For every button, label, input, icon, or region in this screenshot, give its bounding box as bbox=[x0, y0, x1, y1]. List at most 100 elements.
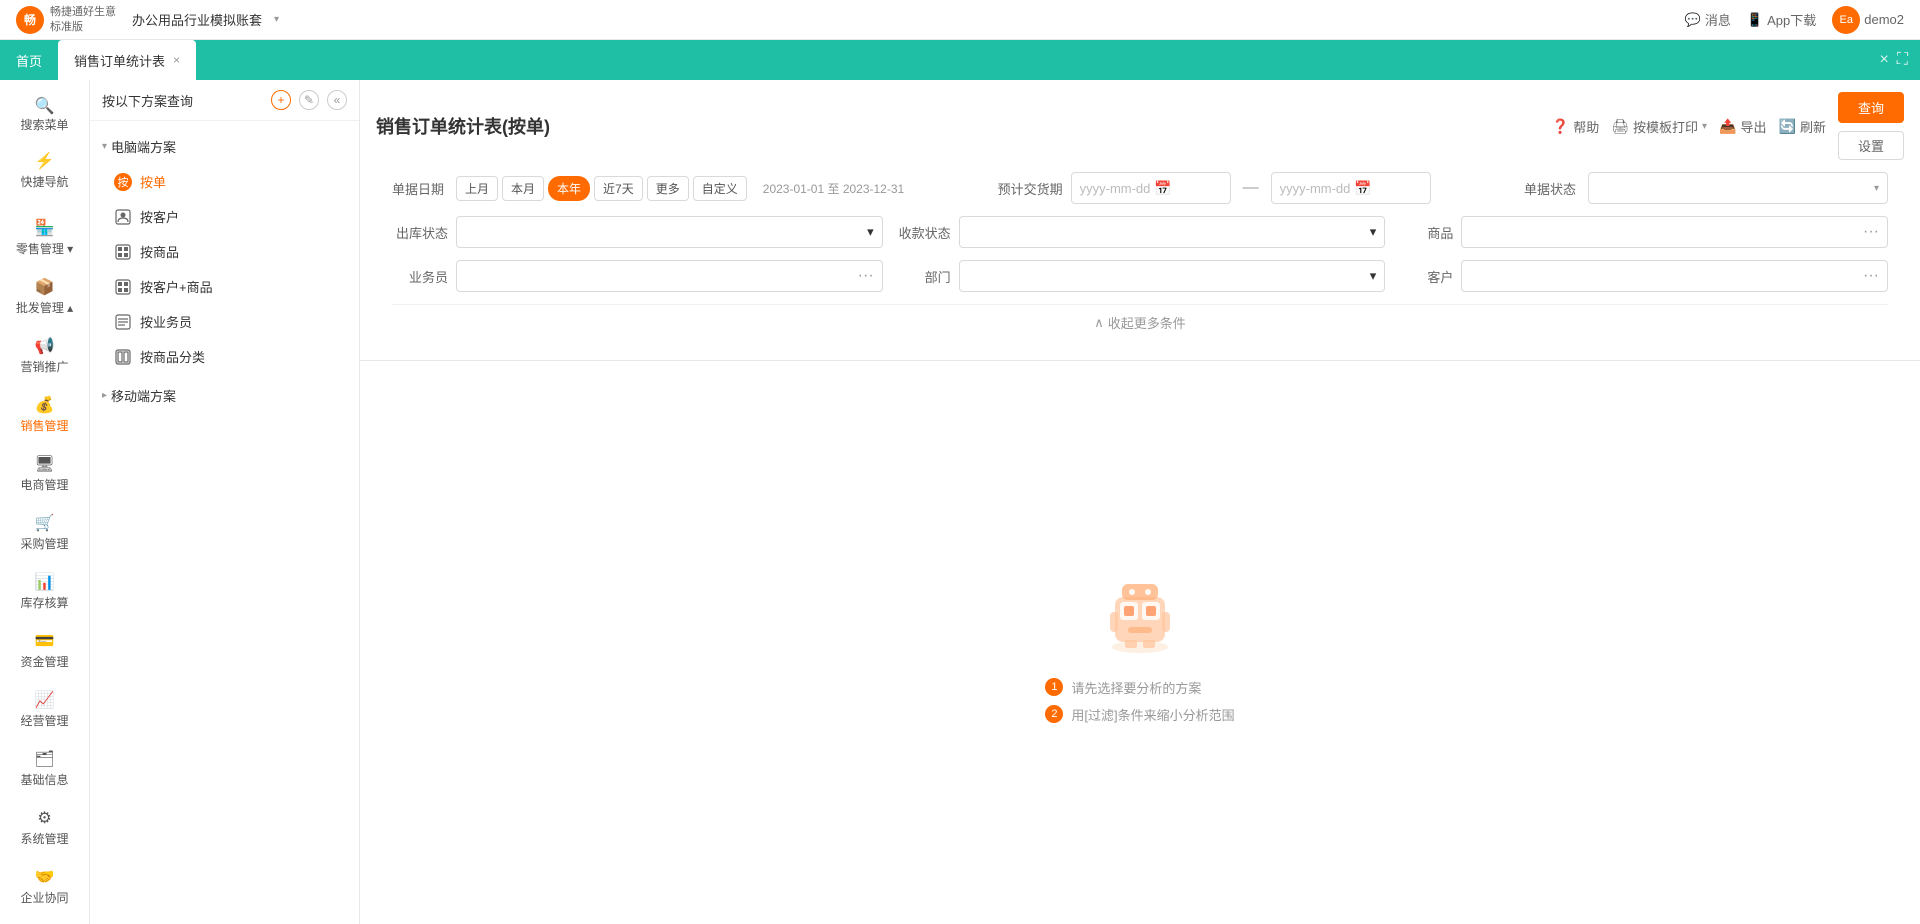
left-panel-title: 按以下方案查询 bbox=[102, 91, 193, 110]
tab-home[interactable]: 首页 bbox=[0, 40, 58, 80]
dept-field: 部门 ▾ bbox=[895, 260, 1386, 292]
add-scheme-button[interactable]: + bbox=[271, 90, 291, 110]
top-bar-left: 畅 畅捷通好生意 标准版 办公用品行业模拟账套 ▾ bbox=[16, 5, 279, 34]
tab-home-label: 首页 bbox=[16, 51, 42, 70]
edit-scheme-button[interactable]: ✎ bbox=[299, 90, 319, 110]
print-icon: 🖨 bbox=[1611, 118, 1629, 135]
customer-input[interactable]: ··· bbox=[1461, 260, 1888, 292]
by-cust-goods-icon bbox=[114, 278, 132, 296]
purchase-icon: 🛒 bbox=[35, 513, 55, 533]
sidebar: 🔍 搜索菜单 ⚡ 快捷导航 🏪 零售管理 ▾ 📦 批发管理 ▴ 📢 营销推广 💰… bbox=[0, 80, 90, 924]
sidebar-item-ecom[interactable]: 🖥 电商管理 bbox=[0, 444, 89, 503]
export-label: 导出 bbox=[1741, 117, 1767, 136]
window-minimize[interactable]: × bbox=[1879, 51, 1888, 69]
download-label: App下载 bbox=[1767, 10, 1816, 29]
sidebar-item-corp[interactable]: 🤝 企业协同 bbox=[0, 857, 89, 916]
calendar-icon-2: 📅 bbox=[1354, 180, 1371, 197]
empty-tips: 1 请先选择要分析的方案 2 用[过滤]条件来缩小分析范围 bbox=[1045, 678, 1234, 724]
scheme-group-pc-header[interactable]: ▾ 电脑端方案 bbox=[90, 129, 359, 164]
print-label: 按模板打印 bbox=[1633, 117, 1698, 136]
mobile-group-label: 移动端方案 bbox=[111, 386, 176, 405]
sidebar-item-new[interactable]: 🌟 新手引导 bbox=[0, 916, 89, 924]
sidebar-item-marketing[interactable]: 📢 营销推广 bbox=[0, 326, 89, 385]
by-goods-label: 按商品 bbox=[140, 242, 179, 261]
scheme-list: ▾ 电脑端方案 按 按单 按客户 bbox=[90, 121, 359, 425]
scheme-item-by-order[interactable]: 按 按单 bbox=[90, 164, 359, 199]
scheme-item-by-customer[interactable]: 按客户 bbox=[90, 199, 359, 234]
window-controls: × ⛶ bbox=[1879, 51, 1920, 69]
message-label: 消息 bbox=[1705, 10, 1731, 29]
app-title-dropdown[interactable]: ▾ bbox=[274, 14, 279, 25]
collect-status-select[interactable]: ▾ bbox=[959, 216, 1386, 248]
dept-arrow: ▾ bbox=[1370, 268, 1377, 284]
status-select-arrow: ▾ bbox=[1874, 183, 1879, 194]
tab-close-icon[interactable]: × bbox=[173, 53, 180, 67]
sidebar-item-purchase[interactable]: 🛒 采购管理 bbox=[0, 503, 89, 562]
top-bar-right: 💬 消息 📱 App下载 Ea demo2 bbox=[1685, 6, 1904, 34]
mobile-group-arrow: ▸ bbox=[102, 390, 107, 401]
download-button[interactable]: 📱 App下载 bbox=[1747, 10, 1816, 29]
export-button[interactable]: 📤 导出 bbox=[1719, 117, 1766, 136]
sidebar-item-nav[interactable]: ⚡ 快捷导航 bbox=[0, 141, 89, 200]
expected-date-start[interactable]: yyyy-mm-dd 📅 bbox=[1071, 172, 1231, 204]
app-title: 办公用品行业模拟账套 bbox=[132, 10, 262, 29]
sidebar-item-retail[interactable]: 🏪 零售管理 ▾ bbox=[0, 208, 89, 267]
tip-num-2: 2 bbox=[1045, 705, 1063, 723]
scheme-item-by-staff[interactable]: 按业务员 bbox=[90, 304, 359, 339]
status-select[interactable]: ▾ bbox=[1588, 172, 1888, 204]
query-button[interactable]: 查询 bbox=[1838, 92, 1904, 123]
dept-label: 部门 bbox=[895, 267, 951, 286]
expected-date-end[interactable]: yyyy-mm-dd 📅 bbox=[1271, 172, 1431, 204]
custom-date-btn[interactable]: 自定义 bbox=[693, 176, 747, 201]
logo-text: 畅捷通好生意 标准版 bbox=[50, 5, 116, 34]
this-year-btn[interactable]: 本年 bbox=[548, 176, 590, 201]
refresh-button[interactable]: 🔄 刷新 bbox=[1779, 117, 1826, 136]
help-button[interactable]: ❓ 帮助 bbox=[1552, 117, 1599, 136]
collapse-panel-button[interactable]: « bbox=[327, 90, 347, 110]
collapse-conditions-button[interactable]: ∧ 收起更多条件 bbox=[392, 304, 1888, 340]
sidebar-item-inventory[interactable]: 📊 库存核算 bbox=[0, 562, 89, 621]
empty-state: 1 请先选择要分析的方案 2 用[过滤]条件来缩小分析范围 bbox=[360, 361, 1920, 924]
dept-select[interactable]: ▾ bbox=[959, 260, 1386, 292]
staff-input[interactable]: ··· bbox=[456, 260, 883, 292]
sidebar-item-sales[interactable]: 💰 销售管理 bbox=[0, 385, 89, 444]
by-order-label: 按单 bbox=[140, 172, 166, 191]
scheme-group-mobile-header[interactable]: ▸ 移动端方案 bbox=[90, 378, 359, 413]
by-cust-goods-label: 按客户+商品 bbox=[140, 277, 213, 296]
goods-input[interactable]: ··· bbox=[1461, 216, 1888, 248]
tab-bar: 首页 销售订单统计表 × × ⛶ bbox=[0, 40, 1920, 80]
sidebar-item-finance[interactable]: 💳 资金管理 bbox=[0, 621, 89, 680]
out-status-select[interactable]: ▾ bbox=[456, 216, 883, 248]
last-month-btn[interactable]: 上月 bbox=[456, 176, 498, 201]
settings-button[interactable]: 设置 bbox=[1838, 131, 1904, 160]
operation-label: 经营管理 bbox=[20, 712, 68, 729]
this-month-btn[interactable]: 本月 bbox=[502, 176, 544, 201]
search-menu-button[interactable]: 🔍 搜索菜单 bbox=[0, 88, 89, 141]
window-maximize[interactable]: ⛶ bbox=[1897, 51, 1908, 69]
finance-label: 资金管理 bbox=[20, 653, 68, 670]
more-date-btn[interactable]: 更多 bbox=[647, 176, 689, 201]
ecom-icon: 🖥 bbox=[34, 454, 54, 474]
sidebar-item-wholesale[interactable]: 📦 批发管理 ▴ bbox=[0, 267, 89, 326]
sidebar-item-system[interactable]: ⚙ 系统管理 bbox=[0, 798, 89, 857]
by-staff-icon bbox=[114, 313, 132, 331]
by-customer-label: 按客户 bbox=[140, 207, 179, 226]
user-menu[interactable]: Ea demo2 bbox=[1832, 6, 1904, 34]
finance-icon: 💳 bbox=[35, 631, 55, 651]
scheme-item-by-category[interactable]: 按商品分类 bbox=[90, 339, 359, 374]
last7-btn[interactable]: 近7天 bbox=[594, 176, 643, 201]
tab-sales-label: 销售订单统计表 bbox=[74, 51, 165, 70]
left-panel-actions: + ✎ « bbox=[271, 90, 347, 110]
scheme-item-by-cust-goods[interactable]: 按客户+商品 bbox=[90, 269, 359, 304]
print-button[interactable]: 🖨 按模板打印 ▾ bbox=[1611, 117, 1707, 136]
sales-icon: 💰 bbox=[35, 395, 55, 415]
wholesale-icon: 📦 bbox=[35, 277, 55, 297]
tip-text-1: 请先选择要分析的方案 bbox=[1071, 678, 1201, 697]
sidebar-item-basic[interactable]: 🗂 基础信息 bbox=[0, 739, 89, 798]
tab-sales-order[interactable]: 销售订单统计表 × bbox=[58, 40, 196, 80]
message-button[interactable]: 💬 消息 bbox=[1685, 10, 1731, 29]
sidebar-item-operation[interactable]: 📈 经营管理 bbox=[0, 680, 89, 739]
scheme-item-by-goods[interactable]: 按商品 bbox=[90, 234, 359, 269]
empty-tip-2: 2 用[过滤]条件来缩小分析范围 bbox=[1045, 705, 1234, 724]
calendar-icon-1: 📅 bbox=[1154, 180, 1171, 197]
